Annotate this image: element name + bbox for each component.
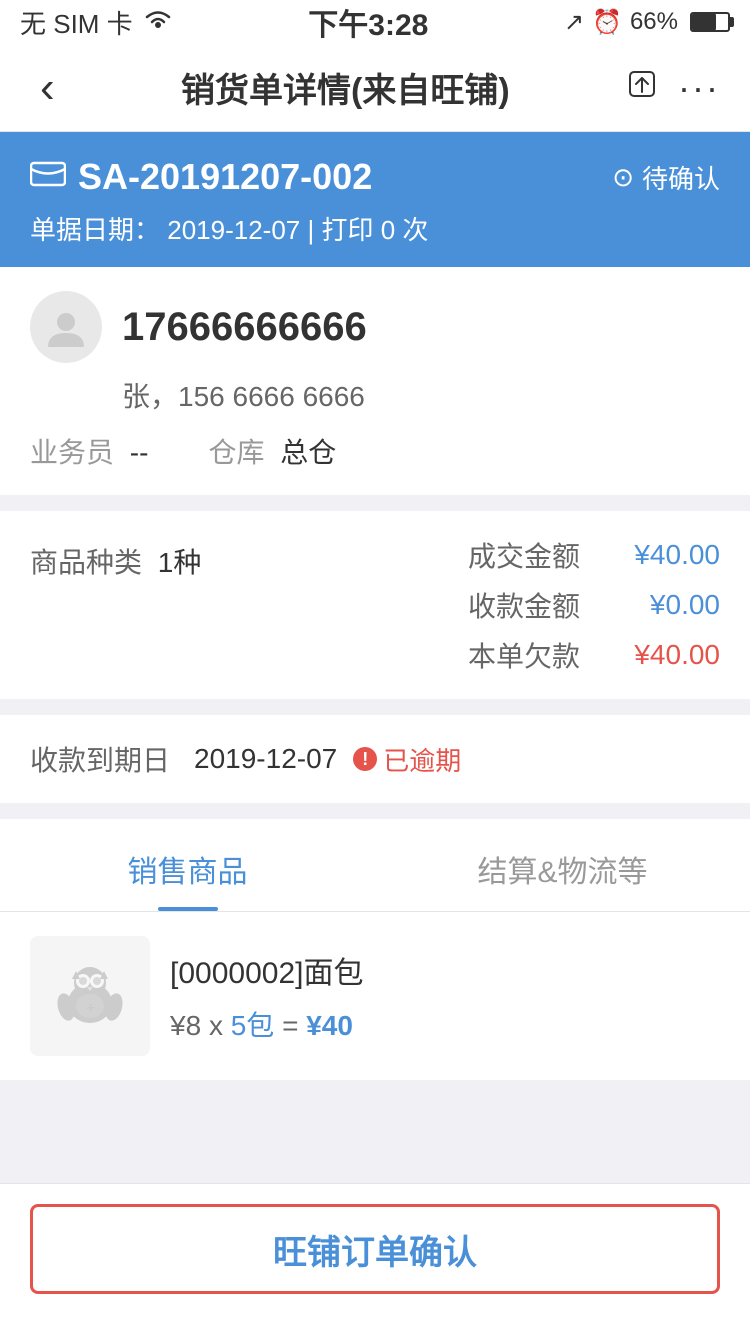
owed-amount-row: 本单欠款 ¥40.00 [468,635,720,675]
product-thumbnail: + [30,936,150,1056]
table-row: + [0000002]面包 ¥8 x 5包 = ¥40 [0,912,750,1081]
carrier-text: 无 SIM 卡 [20,4,133,41]
order-id: SA-20191207-002 [30,156,372,198]
product-price: ¥8 x 5包 = ¥40 [170,1004,720,1044]
product-name: [0000002]面包 [170,948,720,992]
deal-amount-row: 成交金额 ¥40.00 [468,535,720,575]
overdue-badge: ! 已逾期 [353,741,461,778]
battery-text: 66% [630,8,678,36]
status-carrier: 无 SIM 卡 [20,4,173,41]
overdue-icon: ! [353,747,377,771]
nav-bar: ‹ 销货单详情(来自旺铺) ··· [0,44,750,132]
page-title: 销货单详情(来自旺铺) [181,63,510,112]
product-info: [0000002]面包 ¥8 x 5包 = ¥40 [170,948,720,1044]
location-icon: ↗ [564,8,584,37]
due-date-section: 收款到期日 2019-12-07 ! 已逾期 [0,715,750,803]
customer-meta: 业务员 -- 仓库 总仓 [30,431,720,471]
confirm-order-button[interactable]: 旺铺订单确认 [30,1204,720,1294]
salesperson-field: 业务员 -- [30,431,148,471]
status-indicators: ↗ ⏰ 66% [564,8,730,37]
status-time: 下午3:28 [308,0,428,44]
status-clock-icon: ⊙ [612,162,634,193]
alarm-icon: ⏰ [592,8,622,37]
wifi-icon [143,7,173,38]
order-date: 单据日期： 2019-12-07 | 打印 0 次 [30,210,720,247]
amount-section: 商品种类 1种 成交金额 ¥40.00 收款金额 ¥0.00 本单欠款 ¥40.… [0,511,750,699]
tabs-container: 销售商品 结算&物流等 [0,819,750,1081]
back-button[interactable]: ‹ [30,53,65,123]
warehouse-field: 仓库 总仓 [208,431,336,471]
battery-icon [690,12,730,32]
customer-phone: 17666666666 [122,305,367,350]
order-icon [30,158,66,196]
order-header-banner: SA-20191207-002 ⊙ 待确认 单据日期： 2019-12-07 |… [0,132,750,267]
share-button[interactable] [626,68,658,108]
collected-amount-row: 收款金额 ¥0.00 [468,585,720,625]
status-bar: 无 SIM 卡 下午3:28 ↗ ⏰ 66% [0,0,750,44]
product-list: + [0000002]面包 ¥8 x 5包 = ¥40 [0,912,750,1081]
amount-list: 成交金额 ¥40.00 收款金额 ¥0.00 本单欠款 ¥40.00 [468,535,720,675]
bottom-bar: 旺铺订单确认 [0,1183,750,1334]
product-type-field: 商品种类 1种 [30,535,201,581]
tabs-row: 销售商品 结算&物流等 [0,819,750,912]
customer-avatar [30,291,102,363]
order-status: ⊙ 待确认 [612,159,720,196]
nav-actions: ··· [626,67,720,109]
tab-settlement-logistics[interactable]: 结算&物流等 [375,819,750,911]
svg-text:+: + [86,1000,95,1017]
customer-name: 张，156 6666 6666 [122,375,720,415]
more-button[interactable]: ··· [678,67,720,109]
tab-sales-products[interactable]: 销售商品 [0,819,375,911]
customer-section: 17666666666 张，156 6666 6666 业务员 -- 仓库 总仓 [0,267,750,495]
